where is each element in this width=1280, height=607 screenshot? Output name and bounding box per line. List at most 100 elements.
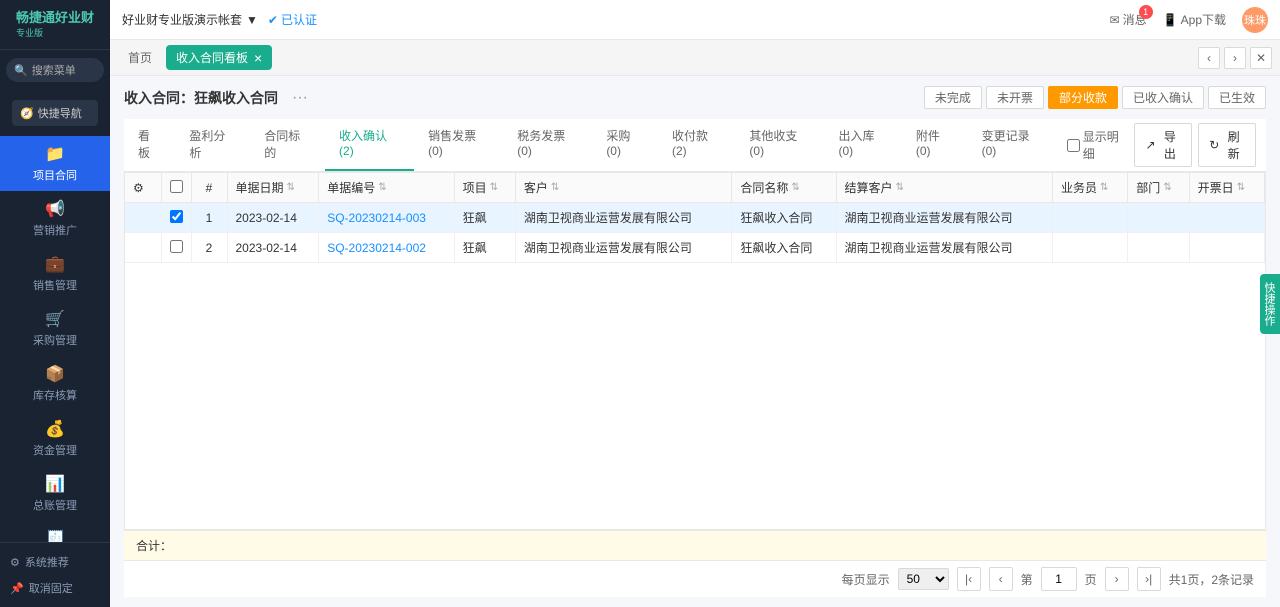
more-options-button[interactable]: ··· [288, 89, 312, 107]
row-project-1: 狂飙 [454, 203, 515, 233]
doc-link-2[interactable]: SQ-20230214-002 [327, 241, 426, 255]
row-number-1[interactable]: SQ-20230214-003 [319, 203, 454, 233]
th-contract[interactable]: 合同名称⇅ [732, 173, 836, 203]
sidebar-item-ledger[interactable]: 📊 总账管理 [0, 466, 110, 521]
page-prev-button[interactable]: ‹ [989, 567, 1013, 591]
invoice-icon: 🧾 [45, 529, 65, 542]
quick-nav-area: 🧭 快捷导航 [0, 90, 110, 136]
download-button[interactable]: 📱 App下载 [1163, 11, 1226, 28]
sidebar-item-marketing[interactable]: 📢 营销推广 [0, 191, 110, 246]
sidebar-item-invoice[interactable]: 🧾 发票管理 [0, 521, 110, 542]
search-menu-button[interactable]: 🔍 搜索菜单 [6, 58, 104, 82]
doc-link-1[interactable]: SQ-20230214-003 [327, 211, 426, 225]
th-settings: ⚙ [125, 173, 161, 203]
row-salesman-1 [1052, 203, 1127, 233]
tab-prev-button[interactable]: ‹ [1198, 47, 1220, 69]
subtab-revenue-confirm[interactable]: 收入确认(2) [325, 119, 414, 171]
tab-close-icon[interactable]: × [254, 51, 262, 65]
th-number[interactable]: 单据编号⇅ [319, 173, 454, 203]
quick-nav-label: 快捷导航 [38, 105, 82, 121]
tab-contract-board[interactable]: 收入合同看板 × [166, 45, 272, 70]
sidebar-item-project[interactable]: 📁 项目合同 [0, 136, 110, 191]
search-icon: 🔍 [14, 64, 28, 77]
th-settle-customer[interactable]: 结算客户⇅ [836, 173, 1052, 203]
status-btn-confirmed[interactable]: 已收入确认 [1122, 86, 1204, 109]
th-customer[interactable]: 客户⇅ [515, 173, 731, 203]
subtab-changes[interactable]: 变更记录(0) [968, 119, 1057, 171]
page-first-button[interactable]: |‹ [957, 567, 981, 591]
subtab-sales-invoice[interactable]: 销售发票(0) [414, 119, 503, 171]
subtab-profit[interactable]: 盈利分析 [175, 119, 250, 171]
user-avatar[interactable]: 珠珠 [1242, 7, 1268, 33]
th-index: # [191, 173, 227, 203]
sort-project-icon: ⇅ [490, 182, 498, 193]
th-salesman[interactable]: 业务员⇅ [1052, 173, 1127, 203]
subtab-board[interactable]: 看板 [124, 119, 175, 171]
app-logo-text: 畅捷通好业财 [16, 10, 94, 27]
subtab-payment[interactable]: 收付款(2) [658, 119, 735, 171]
status-btn-effective[interactable]: 已生效 [1208, 86, 1266, 109]
row-select-1[interactable] [170, 210, 183, 223]
row-contract-1: 狂飙收入合同 [732, 203, 836, 233]
subtab-tax-invoice[interactable]: 税务发票(0) [503, 119, 592, 171]
export-icon: ↗ [1145, 138, 1155, 152]
table-row[interactable]: 2 2023-02-14 SQ-20230214-002 狂飙 湖南卫视商业运营… [125, 233, 1265, 263]
sort-contract-icon: ⇅ [791, 182, 799, 193]
page-next-button[interactable]: › [1105, 567, 1129, 591]
tab-close-all-button[interactable]: ✕ [1250, 47, 1272, 69]
sidebar-item-sales[interactable]: 💼 销售管理 [0, 246, 110, 301]
subtab-warehouse[interactable]: 出入库(0) [825, 119, 902, 171]
page-last-button[interactable]: ›| [1137, 567, 1161, 591]
status-btn-partial[interactable]: 部分收款 [1048, 86, 1118, 109]
quick-nav-button[interactable]: 🧭 快捷导航 [12, 100, 98, 126]
sidebar-system-item[interactable]: ⚙ 系统推荐 [0, 549, 110, 575]
sidebar-item-inventory[interactable]: 📦 库存核算 [0, 356, 110, 411]
subtab-attachment[interactable]: 附件(0) [902, 119, 968, 171]
row-contract-2: 狂飙收入合同 [732, 233, 836, 263]
th-date[interactable]: 单据日期⇅ [227, 173, 319, 203]
status-filter-buttons: 未完成 未开票 部分收款 已收入确认 已生效 [924, 86, 1266, 109]
th-open-date[interactable]: 开票日⇅ [1189, 173, 1264, 203]
tab-home[interactable]: 首页 [118, 45, 162, 70]
status-btn-uninvoiced[interactable]: 未开票 [986, 86, 1044, 109]
sidebar-nav-list: 📁 项目合同 📢 营销推广 💼 销售管理 🛒 采购管理 📦 库存核算 💰 资金管… [0, 136, 110, 542]
settings-gear-icon[interactable]: ⚙ [133, 181, 144, 195]
mobile-icon: 📱 [1163, 13, 1178, 27]
sidebar-item-finance[interactable]: 💰 资金管理 [0, 411, 110, 466]
tab-next-button[interactable]: › [1224, 47, 1246, 69]
row-customer-2: 湖南卫视商业运营发展有限公司 [515, 233, 731, 263]
total-label: 合计： [136, 539, 172, 553]
company-selector[interactable]: 好业财专业版演示帐套 ▼ [122, 11, 258, 28]
row-number-2[interactable]: SQ-20230214-002 [319, 233, 454, 263]
topbar: 好业财专业版演示帐套 ▼ ✔ 已认证 ✉ 消息 1 📱 App下载 珠珠 [110, 0, 1280, 40]
status-btn-incomplete[interactable]: 未完成 [924, 86, 982, 109]
main-content: 好业财专业版演示帐套 ▼ ✔ 已认证 ✉ 消息 1 📱 App下载 珠珠 [110, 0, 1280, 607]
export-button[interactable]: ↗ 导出 [1134, 123, 1192, 167]
per-page-select[interactable]: 50 100 200 [898, 568, 949, 590]
sidebar-unpin-item[interactable]: 📌 取消固定 [0, 575, 110, 601]
sidebar-item-purchase[interactable]: 🛒 采购管理 [0, 301, 110, 356]
th-department[interactable]: 部门⇅ [1128, 173, 1189, 203]
table-row[interactable]: 1 2023-02-14 SQ-20230214-003 狂飙 湖南卫视商业运营… [125, 203, 1265, 233]
row-index-1: 1 [191, 203, 227, 233]
tab-active-label: 收入合同看板 [176, 49, 248, 66]
subtab-other-income[interactable]: 其他收支(0) [735, 119, 824, 171]
subtab-target[interactable]: 合同标的 [250, 119, 325, 171]
message-button[interactable]: ✉ 消息 1 [1110, 11, 1147, 28]
page-content: 收入合同：狂飙收入合同 ··· 未完成 未开票 部分收款 已收入确认 已生效 看… [110, 76, 1280, 607]
tabbar-nav-buttons: ‹ › ✕ [1198, 47, 1272, 69]
settings-icon: ⚙ [10, 556, 20, 569]
refresh-button[interactable]: ↻ 刷新 [1198, 123, 1256, 167]
sidebar: 畅捷通好业财 专业版 🔍 搜索菜单 🧭 快捷导航 📁 项目合同 📢 营销推广 💼… [0, 0, 110, 607]
th-project[interactable]: 项目⇅ [454, 173, 515, 203]
sort-opendate-icon: ⇅ [1237, 182, 1245, 193]
show-detail-checkbox[interactable] [1067, 139, 1080, 152]
verified-text: 已认证 [281, 11, 317, 28]
subtab-purchase[interactable]: 采购(0) [592, 119, 658, 171]
row-date-2: 2023-02-14 [227, 233, 319, 263]
th-checkbox [161, 173, 191, 203]
side-quick-action[interactable]: 快捷操作 [1260, 274, 1280, 334]
page-number-input[interactable]: 1 [1041, 567, 1077, 591]
select-all-checkbox[interactable] [170, 180, 183, 193]
row-select-2[interactable] [170, 240, 183, 253]
